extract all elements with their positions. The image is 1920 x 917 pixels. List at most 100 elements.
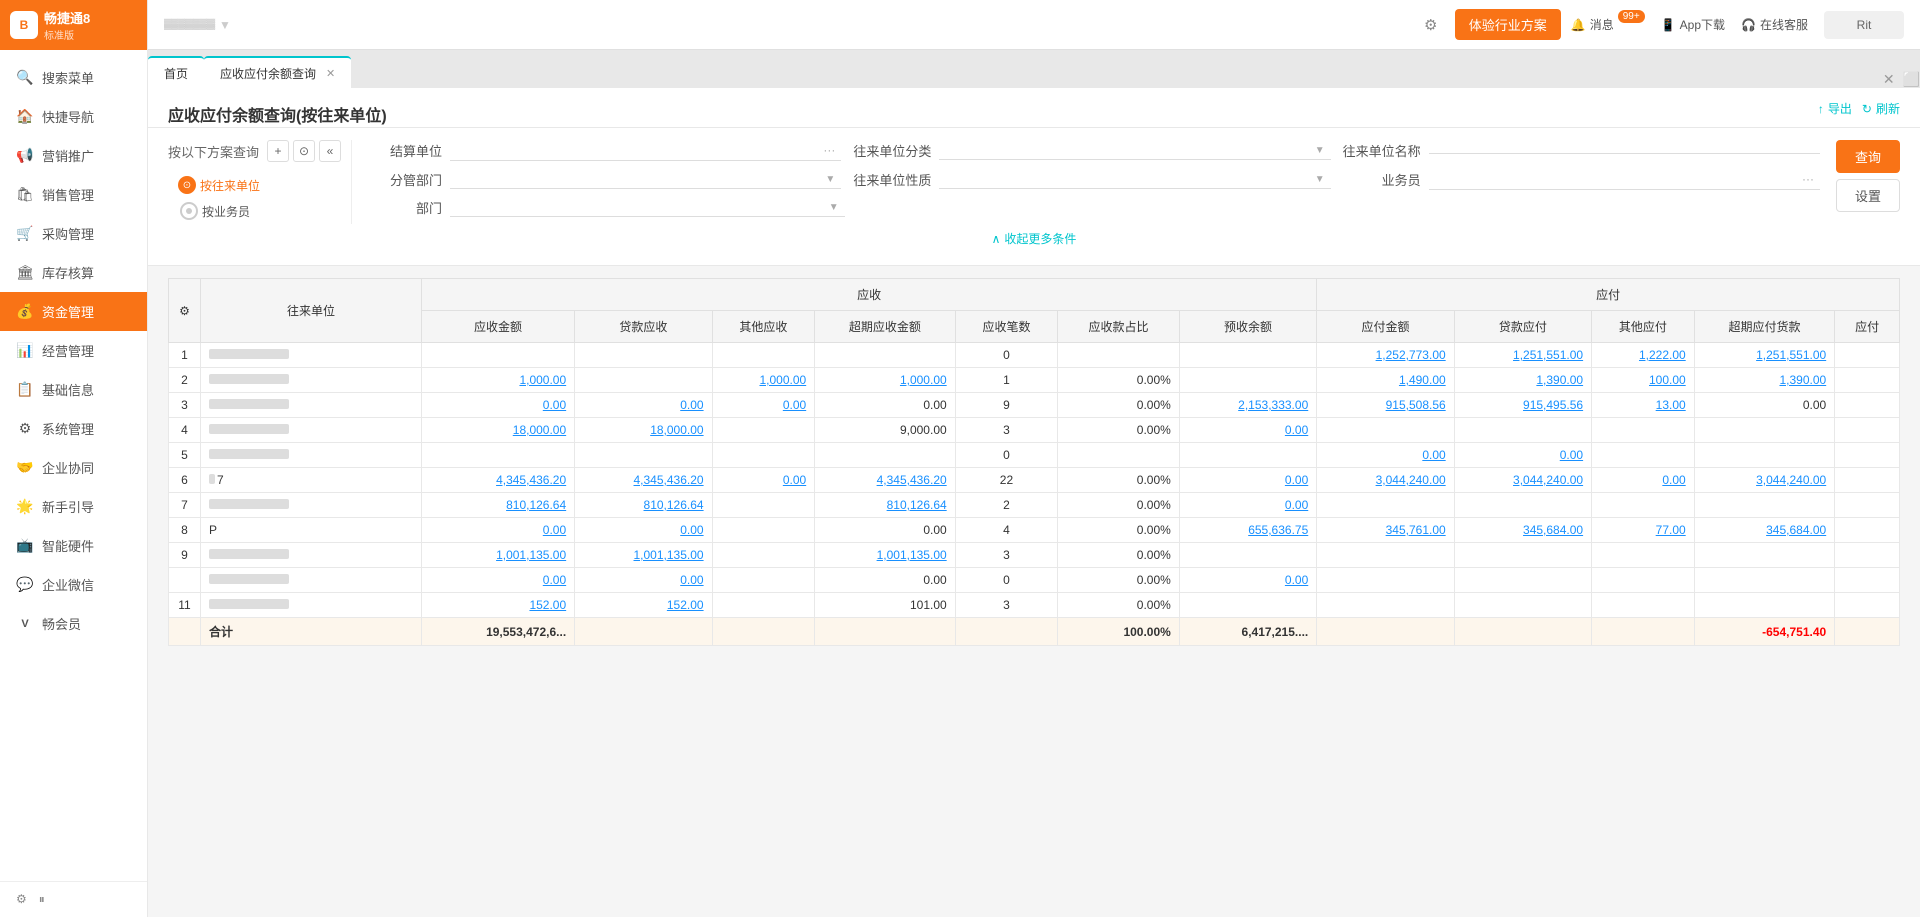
tab-close-icon[interactable]: ✕ [326, 67, 335, 80]
query-fields-section: 结算单位 ··· 往来单位分类 ▼ 往来单位名称 [362, 140, 1820, 221]
table-row: 4 18,000.00 18,000.00 9,000.00 3 0.00% 0… [169, 418, 1900, 443]
chevron-down-icon2: ▼ [825, 174, 835, 185]
app-download-button[interactable]: 📱 App下载 [1661, 16, 1725, 33]
partner-name-input[interactable] [1429, 147, 1820, 154]
sidebar-label-quicknav: 快捷导航 [42, 107, 94, 126]
notifications-button[interactable]: 🔔 消息 99+ [1571, 16, 1645, 33]
field-salesperson-label: 业务员 [1341, 170, 1421, 189]
query-option-by-staff-label: 按业务员 [202, 203, 250, 220]
user-avatar[interactable]: Rit [1824, 11, 1904, 39]
sidebar-settings-icon[interactable]: ⚙ [16, 892, 27, 907]
main: ▓▓▓▓▓▓▓ ▼ ⚙ 体验行业方案 🔔 消息 99+ 📱 App下载 🎧 在线… [148, 0, 1920, 917]
sidebar-label-finance: 资金管理 [42, 302, 94, 321]
hardware-icon: 📺 [16, 537, 34, 555]
table-row: 6 7 4,345,436.20 4,345,436.20 0.00 4,345… [169, 468, 1900, 493]
field-dept: 部门 ▼ [362, 198, 845, 217]
th-ar-loan: 贷款应收 [575, 311, 712, 343]
window-close-icon[interactable]: ✕ [1883, 71, 1895, 88]
field-salesperson: 业务员 ··· [1341, 169, 1820, 190]
topbar-gear-icon[interactable]: ⚙ [1417, 11, 1445, 39]
collapse-button[interactable]: ∧ 收起更多条件 [168, 224, 1900, 253]
field-settle-unit: 结算单位 ··· [362, 140, 841, 161]
th-ap-amount: 应付金额 [1317, 311, 1454, 343]
sidebar-item-base[interactable]: 📋 基础信息 [0, 370, 147, 409]
query-option-by-unit[interactable]: ⊙ 按往来单位 [168, 172, 341, 198]
business-icon: 📊 [16, 342, 34, 360]
sidebar-item-guide[interactable]: 🌟 新手引导 [0, 487, 147, 526]
export-button[interactable]: ↑ 导出 [1818, 100, 1852, 117]
sidebar-item-hardware[interactable]: 📺 智能硬件 [0, 526, 147, 565]
setting-button[interactable]: 设置 [1836, 179, 1900, 212]
data-table: ⚙ 往来单位 应收 应付 应收金额 贷款应收 其他应收 超期应收金额 应收笔数 … [168, 278, 1900, 646]
inventory-icon: 🏛 [16, 264, 34, 282]
sidebar-item-business[interactable]: 📊 经营管理 [0, 331, 147, 370]
table-area: ⚙ 往来单位 应收 应付 应收金额 贷款应收 其他应收 超期应收金额 应收笔数 … [148, 266, 1920, 917]
footer-label: 合计 [201, 618, 422, 646]
refresh-icon: ↻ [1862, 102, 1872, 116]
query-area: 按以下方案查询 + ⊙ « ⊙ 按往来单位 [148, 128, 1920, 266]
bell-icon: 🔔 [1571, 18, 1586, 32]
sidebar-item-system[interactable]: ⚙ 系统管理 [0, 409, 147, 448]
sidebar-item-finance[interactable]: 💰 资金管理 [0, 292, 147, 331]
tab-home-label: 首页 [164, 65, 188, 82]
marketing-icon: 📢 [16, 147, 34, 165]
sidebar-item-wechat[interactable]: 💬 企业微信 [0, 565, 147, 604]
corp-icon: 🤝 [16, 459, 34, 477]
sidebar-item-sales[interactable]: 🛍 销售管理 [0, 175, 147, 214]
table-row: 11 152.00 152.00 101.00 3 0.00% [169, 593, 1900, 618]
chevron-down-icon3: ▼ [1315, 174, 1325, 185]
th-settings[interactable]: ⚙ [169, 279, 201, 343]
field-partner-name-label: 往来单位名称 [1341, 141, 1421, 160]
sidebar-item-inventory[interactable]: 🏛 库存核算 [0, 253, 147, 292]
sidebar-item-corp[interactable]: 🤝 企业协同 [0, 448, 147, 487]
query-button[interactable]: 查询 [1836, 140, 1900, 173]
logo-title: 畅捷通8 [44, 8, 90, 27]
add-scheme-button[interactable]: + [267, 140, 289, 162]
window-maximize-icon[interactable]: ⬜ [1903, 71, 1920, 88]
member-icon: V [16, 615, 34, 633]
partner-nature-input[interactable]: ▼ [939, 171, 1330, 189]
sidebar-collapse-icon[interactable]: ⏸ [39, 892, 45, 907]
online-service-label: 在线客服 [1760, 16, 1808, 33]
search-icon: 🔍 [16, 69, 34, 87]
dept-manage-input[interactable]: ▼ [450, 171, 841, 189]
footer-row: 合计 19,553,472,6... 100.00% 6,417,215....… [169, 618, 1900, 646]
field-partner-nature: 往来单位性质 ▼ [851, 169, 1330, 190]
dots-icon2: ··· [1802, 172, 1814, 186]
sidebar-label-inventory: 库存核算 [42, 263, 94, 282]
tab-ar-ap-label: 应收应付余额查询 [220, 65, 316, 82]
export-icon: ↑ [1818, 102, 1824, 116]
tab-ar-ap[interactable]: 应收应付余额查询 ✕ [204, 56, 351, 88]
topbar-right: 🔔 消息 99+ 📱 App下载 🎧 在线客服 Rit [1571, 11, 1904, 39]
sidebar-label-system: 系统管理 [42, 419, 94, 438]
sidebar-logo: B 畅捷通8 标准版 [0, 0, 147, 50]
collapse-scheme-button[interactable]: « [319, 140, 341, 162]
sidebar-item-member[interactable]: V 畅会员 [0, 604, 147, 643]
dept-input[interactable]: ▼ [450, 199, 845, 217]
sales-icon: 🛍 [16, 186, 34, 204]
th-ar-group: 应收 [421, 279, 1316, 311]
refresh-button[interactable]: ↻ 刷新 [1862, 100, 1900, 117]
breadcrumb-chevron-icon: ▼ [219, 18, 231, 32]
sidebar-item-purchase[interactable]: 🛒 采购管理 [0, 214, 147, 253]
salesperson-input[interactable]: ··· [1429, 169, 1820, 190]
breadcrumb: ▓▓▓▓▓▓▓ ▼ [164, 18, 1407, 32]
sidebar-label-hardware: 智能硬件 [42, 536, 94, 555]
th-ar-other: 其他应收 [712, 311, 815, 343]
sidebar-item-search[interactable]: 🔍 搜索菜单 [0, 58, 147, 97]
query-option-by-staff[interactable]: 按业务员 [170, 198, 341, 224]
promo-button[interactable]: 体验行业方案 [1455, 9, 1561, 40]
sidebar-label-business: 经营管理 [42, 341, 94, 360]
th-ap-other: 其他应付 [1592, 311, 1695, 343]
online-service-button[interactable]: 🎧 在线客服 [1741, 16, 1808, 33]
tab-home[interactable]: 首页 [148, 56, 204, 88]
edit-scheme-button[interactable]: ⊙ [293, 140, 315, 162]
field-dept-manage-label: 分管部门 [362, 170, 442, 189]
table-row: 7 810,126.64 810,126.64 810,126.64 2 0.0… [169, 493, 1900, 518]
partner-category-input[interactable]: ▼ [939, 142, 1330, 160]
sidebar-bottom: ⚙ ⏸ [0, 881, 147, 917]
sidebar-item-marketing[interactable]: 📢 营销推广 [0, 136, 147, 175]
table-settings-icon[interactable]: ⚙ [179, 304, 190, 318]
sidebar-item-quicknav[interactable]: 🏠 快捷导航 [0, 97, 147, 136]
settle-unit-input[interactable]: ··· [450, 140, 841, 161]
